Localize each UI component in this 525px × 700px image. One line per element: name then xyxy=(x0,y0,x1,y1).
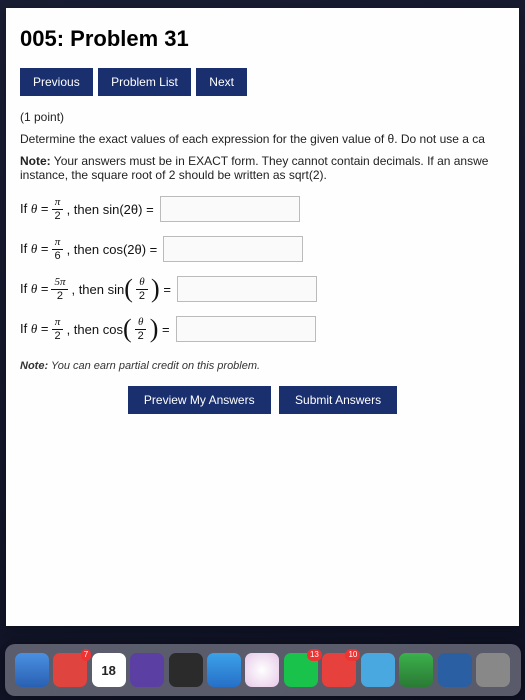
denominator: 2 xyxy=(54,290,66,302)
word-icon[interactable] xyxy=(438,653,472,687)
rparen: ) xyxy=(151,279,160,300)
note-top: Note: Your answers must be in EXACT form… xyxy=(20,154,505,182)
settings-icon[interactable] xyxy=(476,653,510,687)
safari-icon[interactable] xyxy=(207,653,241,687)
numerator: π xyxy=(52,316,64,329)
answer-input-3[interactable] xyxy=(177,276,317,302)
lparen: ( xyxy=(124,279,133,300)
badge: 10 xyxy=(345,649,360,661)
calendar-day: 18 xyxy=(101,663,115,678)
if-label: If θ = xyxy=(20,201,48,217)
next-button[interactable]: Next xyxy=(196,68,247,96)
function-label: sin(2θ) = xyxy=(103,202,154,217)
finder-icon[interactable] xyxy=(15,653,49,687)
answer-input-4[interactable] xyxy=(176,316,316,342)
denominator: 2 xyxy=(135,330,147,342)
note-bold: Note: xyxy=(20,154,51,168)
if-label: If θ = xyxy=(20,321,48,337)
action-row: Preview My Answers Submit Answers xyxy=(20,386,505,414)
then-label: , then sin xyxy=(71,282,124,297)
previous-button[interactable]: Previous xyxy=(20,68,93,96)
function-label: sin xyxy=(108,282,125,297)
denominator: 2 xyxy=(136,290,148,302)
expression-row: If θ = π 2 , then cos ( θ 2 ) = xyxy=(20,316,505,342)
answer-input-1[interactable] xyxy=(160,196,300,222)
macos-dock: 7 18 13 10 xyxy=(5,644,521,696)
if-label: If θ = xyxy=(20,241,48,257)
nav-row: Previous Problem List Next xyxy=(20,68,505,96)
half-angle: θ 2 xyxy=(135,316,147,341)
note-bold: Note: xyxy=(20,360,48,372)
function-label: cos xyxy=(103,322,123,337)
denominator: 2 xyxy=(51,330,63,342)
expression-row: If θ = π 2 , then sin(2θ) = xyxy=(20,196,505,222)
denominator: 2 xyxy=(51,210,63,222)
then-label: , then sin(2θ) = xyxy=(67,202,154,217)
page-title: 005: Problem 31 xyxy=(20,26,505,52)
expression-row: If θ = 5π 2 , then sin ( θ 2 ) = xyxy=(20,276,505,302)
fraction: 5π 2 xyxy=(51,276,68,301)
calendar-icon[interactable]: 18 xyxy=(92,653,126,687)
appstore-icon[interactable] xyxy=(361,653,395,687)
equals: = xyxy=(158,322,169,337)
mail-icon[interactable]: 7 xyxy=(53,653,87,687)
photos-icon[interactable] xyxy=(245,653,279,687)
fraction: π 2 xyxy=(51,316,63,341)
if-label: If θ = xyxy=(20,281,48,297)
music-icon[interactable]: 10 xyxy=(322,653,356,687)
badge: 13 xyxy=(307,649,322,661)
then-label: , then cos xyxy=(67,322,123,337)
half-angle: θ 2 xyxy=(136,276,148,301)
points-label: (1 point) xyxy=(20,110,505,124)
denominator: 6 xyxy=(51,250,63,262)
note-bottom: Note: You can earn partial credit on thi… xyxy=(20,360,505,372)
preview-answers-button[interactable]: Preview My Answers xyxy=(128,386,271,414)
expression-row: If θ = π 6 , then cos(2θ) = xyxy=(20,236,505,262)
fraction: π 2 xyxy=(51,196,63,221)
screen: 005: Problem 31 Previous Problem List Ne… xyxy=(0,0,525,700)
note-text: You can earn partial credit on this prob… xyxy=(48,360,260,372)
answer-input-2[interactable] xyxy=(163,236,303,262)
equals: = xyxy=(160,282,171,297)
problem-list-button[interactable]: Problem List xyxy=(98,68,191,96)
reminders-icon[interactable] xyxy=(169,653,203,687)
then-label: , then cos(2θ) = xyxy=(67,242,158,257)
badge: 7 xyxy=(81,649,91,661)
numerator: π xyxy=(52,236,64,249)
submit-answers-button[interactable]: Submit Answers xyxy=(279,386,397,414)
messages-icon[interactable]: 13 xyxy=(284,653,318,687)
numerator: θ xyxy=(135,316,146,329)
numerator: θ xyxy=(136,276,147,289)
rparen: ) xyxy=(150,319,159,340)
numerator: 5π xyxy=(51,276,68,289)
fraction: π 6 xyxy=(51,236,63,261)
lparen: ( xyxy=(123,319,132,340)
numbers-icon[interactable] xyxy=(399,653,433,687)
note-text: Your answers must be in EXACT form. They… xyxy=(51,154,489,168)
function-label: cos(2θ) = xyxy=(103,242,158,257)
numerator: π xyxy=(52,196,64,209)
problem-prompt: Determine the exact values of each expre… xyxy=(20,132,505,146)
podcasts-icon[interactable] xyxy=(130,653,164,687)
note-text-2: instance, the square root of 2 should be… xyxy=(20,168,327,182)
problem-page: 005: Problem 31 Previous Problem List Ne… xyxy=(6,8,519,626)
